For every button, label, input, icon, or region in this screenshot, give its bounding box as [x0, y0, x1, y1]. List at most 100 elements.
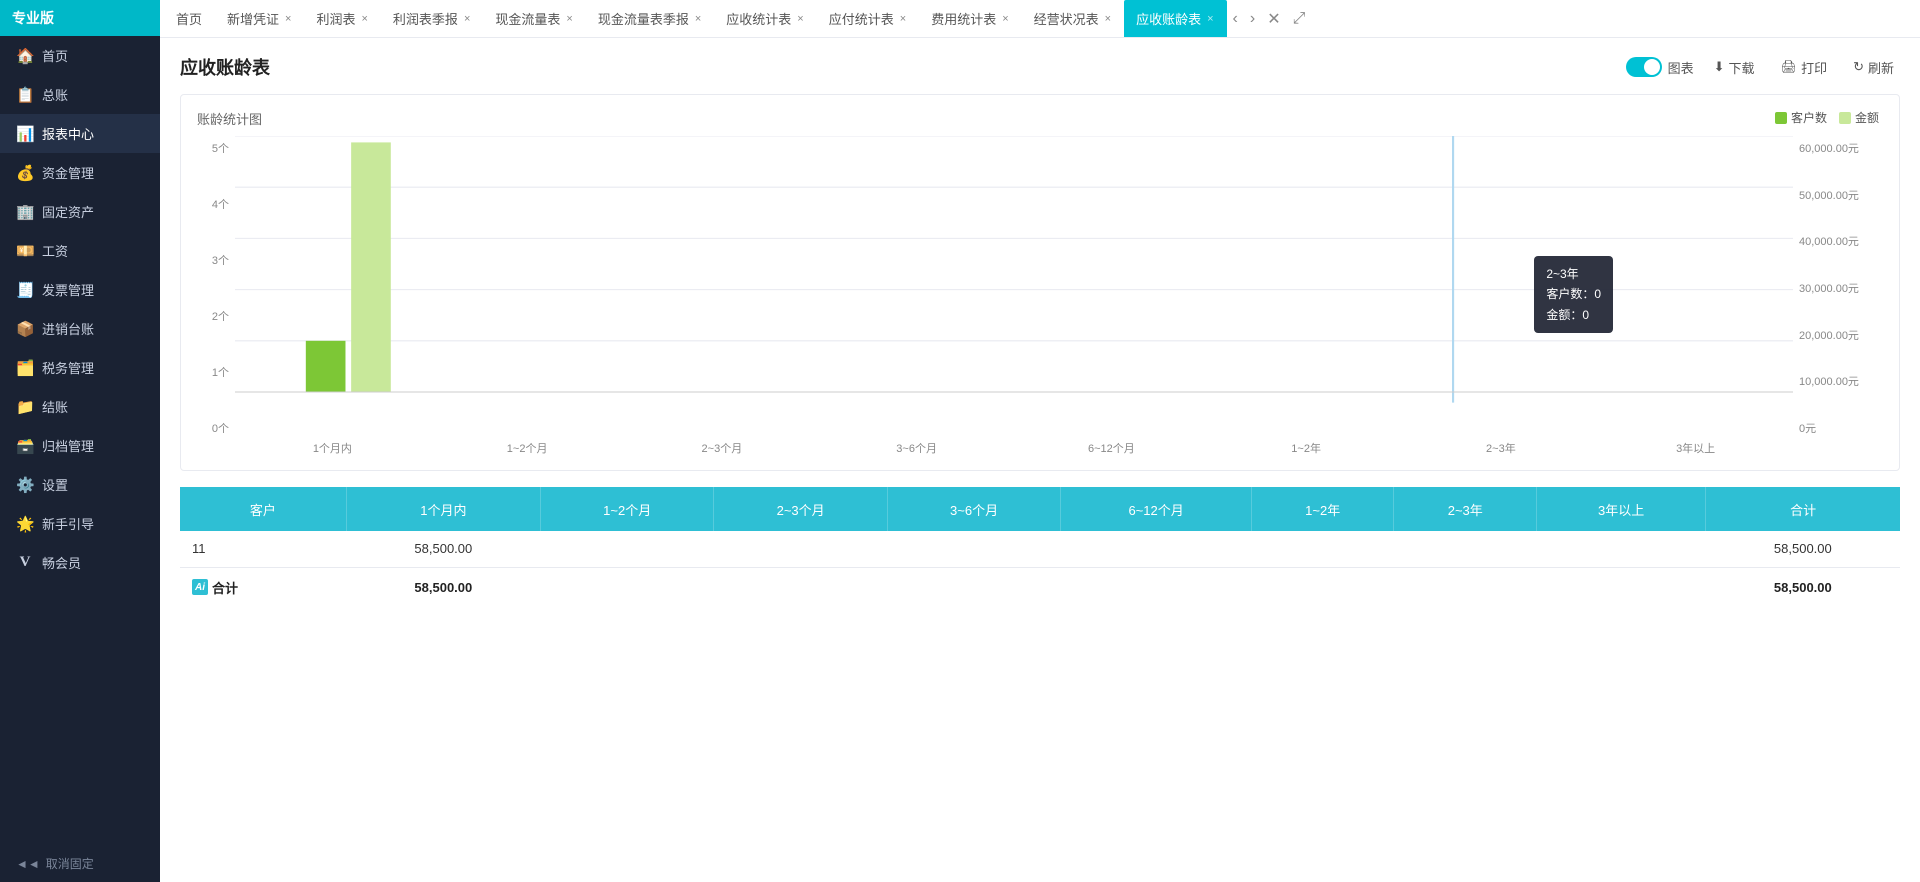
main-area: 首页 新增凭证 × 利润表 × 利润表季报 × 现金流量表 × 现金流量表季报 … [160, 0, 1920, 882]
sidebar-item-label: 固定资产 [42, 202, 94, 221]
tab-close-voucher[interactable]: × [285, 13, 291, 25]
chart-toggle-wrap: 图表 [1626, 57, 1694, 77]
refresh-button[interactable]: ↻ 刷新 [1847, 55, 1900, 80]
col-m36: 3~6个月 [887, 487, 1060, 531]
sidebar-item-report[interactable]: 📊 报表中心 [0, 114, 160, 153]
sidebar-item-guide[interactable]: 🌟 新手引导 [0, 504, 160, 543]
tab-close-cashflow[interactable]: × [566, 13, 572, 25]
cell-m12 [540, 531, 713, 567]
vip-icon: V [16, 554, 34, 571]
sidebar-item-label: 首页 [42, 46, 68, 65]
sidebar-item-label: 归档管理 [42, 436, 94, 455]
tab-close-cashflow-q[interactable]: × [695, 13, 701, 25]
print-label: 打印 [1801, 58, 1827, 77]
aging-table: 客户 1个月内 1~2个月 2~3个月 3~6个月 6~12个月 1~2年 2~… [180, 487, 1900, 607]
x-axis-labels: 1个月内 1~2个月 2~3个月 3~6个月 6~12个月 1~2年 2~3年 … [235, 440, 1793, 456]
sidebar-item-settings[interactable]: ⚙️ 设置 [0, 465, 160, 504]
sidebar-item-label: 资金管理 [42, 163, 94, 182]
tab-close-ar-aging[interactable]: × [1207, 13, 1213, 25]
sidebar-item-tax[interactable]: 🗂️ 税务管理 [0, 348, 160, 387]
download-label: 下载 [1729, 58, 1755, 77]
legend-amount: 金额 [1839, 109, 1879, 126]
bar-customers-m1 [306, 341, 346, 392]
tab-label: 经营状况表 [1034, 9, 1099, 28]
tab-close-profit-q[interactable]: × [464, 13, 470, 25]
sidebar-item-label: 总账 [42, 85, 68, 104]
tab-cashflow-q[interactable]: 现金流量表季报 × [586, 0, 714, 38]
tab-label: 应收账龄表 [1136, 9, 1201, 28]
settle-icon: 📁 [16, 398, 34, 416]
tab-ar-stat[interactable]: 应收统计表 × [714, 0, 816, 38]
legend-label-customers: 客户数 [1791, 109, 1827, 126]
tab-label: 首页 [176, 9, 202, 28]
sidebar-item-salary[interactable]: 💴 工资 [0, 231, 160, 270]
tab-next-button[interactable]: › [1244, 0, 1261, 38]
chart-toggle[interactable] [1626, 57, 1662, 77]
col-total: 合计 [1706, 487, 1900, 531]
footer-m12 [540, 567, 713, 607]
cell-m23 [714, 531, 887, 567]
col-y3plus: 3年以上 [1537, 487, 1706, 531]
sidebar-item-ledger[interactable]: 📋 总账 [0, 75, 160, 114]
tab-label: 现金流量表 [495, 9, 560, 28]
tab-expense[interactable]: 费用统计表 × [919, 0, 1021, 38]
tab-close-ar-stat[interactable]: × [797, 13, 803, 25]
print-button[interactable]: 🖨 打印 [1775, 55, 1834, 80]
sidebar-item-label: 报表中心 [42, 124, 94, 143]
sidebar-item-invoice[interactable]: 🧾 发票管理 [0, 270, 160, 309]
sidebar-item-archive[interactable]: 🗃️ 归档管理 [0, 426, 160, 465]
bar-amount-m1 [351, 142, 391, 392]
tab-profit[interactable]: 利润表 × [304, 0, 380, 38]
app-logo: 专业版 [0, 0, 160, 36]
tab-close-biz[interactable]: × [1105, 13, 1111, 25]
legend-dot-customers [1775, 112, 1787, 124]
footer-m36 [887, 567, 1060, 607]
sidebar-item-inventory[interactable]: 📦 进销台账 [0, 309, 160, 348]
legend-customers: 客户数 [1775, 109, 1827, 126]
col-y23: 2~3年 [1394, 487, 1537, 531]
col-m612: 6~12个月 [1061, 487, 1252, 531]
tab-close-all-button[interactable]: ✕ [1261, 0, 1286, 38]
sidebar-item-fund[interactable]: 💰 资金管理 [0, 153, 160, 192]
guide-icon: 🌟 [16, 515, 34, 533]
sidebar-item-asset[interactable]: 🏢 固定资产 [0, 192, 160, 231]
tax-icon: 🗂️ [16, 359, 34, 377]
page-actions: 图表 ⬇ 下载 🖨 打印 ↻ 刷新 [1626, 55, 1900, 80]
tab-close-profit[interactable]: × [361, 13, 367, 25]
col-customer: 客户 [180, 487, 346, 531]
fund-icon: 💰 [16, 164, 34, 182]
invoice-icon: 🧾 [16, 281, 34, 299]
footer-label-text: 合计 [212, 578, 238, 597]
sidebar-item-label: 工资 [42, 241, 68, 260]
home-icon: 🏠 [16, 47, 34, 65]
content-area: 应收账龄表 图表 ⬇ 下载 🖨 打印 ↻ 刷新 [160, 38, 1920, 882]
page-title: 应收账龄表 [180, 54, 270, 80]
chart-toggle-label: 图表 [1668, 58, 1694, 77]
table-header-row: 客户 1个月内 1~2个月 2~3个月 3~6个月 6~12个月 1~2年 2~… [180, 487, 1900, 531]
legend-label-amount: 金额 [1855, 109, 1879, 126]
footer-y3plus [1537, 567, 1706, 607]
sidebar-item-label: 新手引导 [42, 514, 94, 533]
tab-ar-aging[interactable]: 应收账龄表 × [1124, 0, 1226, 38]
tab-ap-stat[interactable]: 应付统计表 × [817, 0, 919, 38]
chart-svg [235, 136, 1793, 456]
cell-total: 58,500.00 [1706, 531, 1900, 567]
tab-voucher[interactable]: 新增凭证 × [215, 0, 304, 38]
tab-expand-button[interactable]: ⤢ [1287, 0, 1312, 38]
tab-close-ap-stat[interactable]: × [900, 13, 906, 25]
unpin-button[interactable]: ◄◄ 取消固定 [0, 845, 160, 882]
refresh-icon: ↻ [1853, 59, 1864, 75]
sidebar-item-home[interactable]: 🏠 首页 [0, 36, 160, 75]
cell-y12 [1251, 531, 1394, 567]
sidebar-item-vip[interactable]: V 畅会员 [0, 543, 160, 582]
download-button[interactable]: ⬇ 下载 [1708, 55, 1761, 80]
tab-close-expense[interactable]: × [1002, 13, 1008, 25]
tab-profit-q[interactable]: 利润表季报 × [381, 0, 483, 38]
cell-m612 [1061, 531, 1252, 567]
refresh-label: 刷新 [1868, 58, 1894, 77]
tab-prev-button[interactable]: ‹ [1227, 0, 1244, 38]
tab-biz[interactable]: 经营状况表 × [1022, 0, 1124, 38]
sidebar-item-settle[interactable]: 📁 结账 [0, 387, 160, 426]
tab-cashflow[interactable]: 现金流量表 × [483, 0, 585, 38]
tab-home[interactable]: 首页 [164, 0, 215, 38]
